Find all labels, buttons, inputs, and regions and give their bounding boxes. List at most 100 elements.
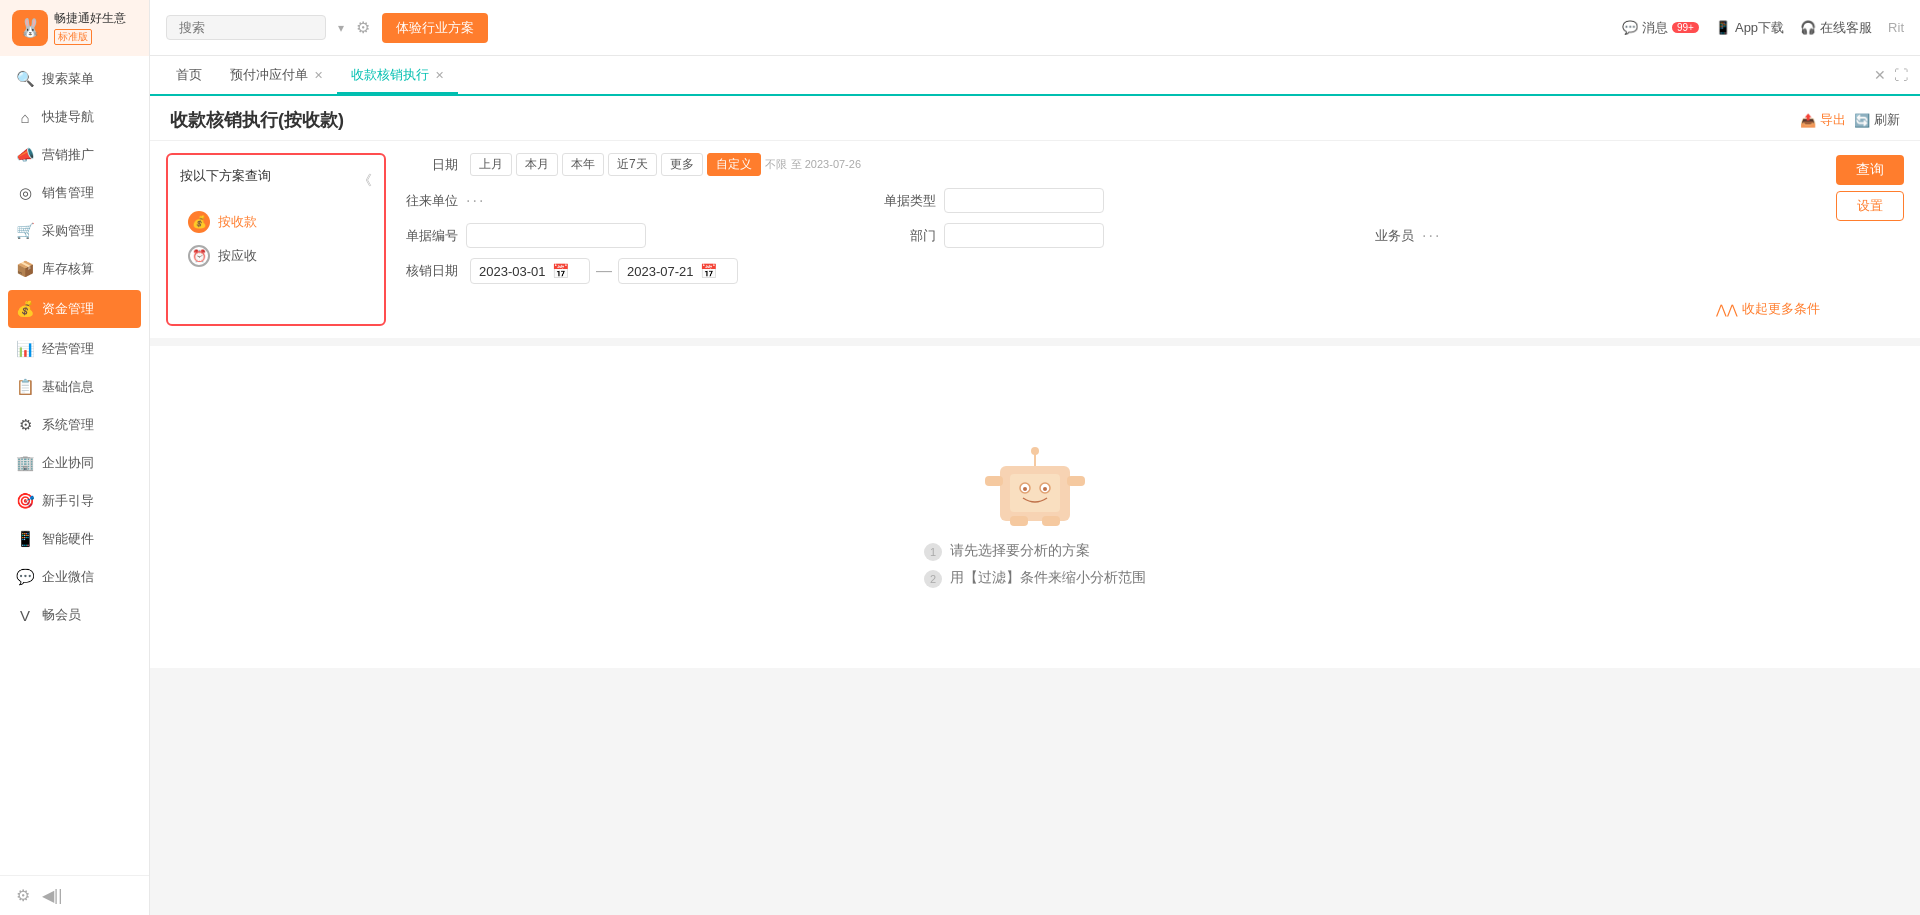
topbar-search-input[interactable]: [166, 15, 326, 40]
svg-rect-10: [1010, 516, 1028, 526]
svg-point-5: [1043, 487, 1047, 491]
filter-option-by-receivable[interactable]: ⏰ 按应收: [180, 239, 372, 273]
tab-home-label: 首页: [176, 66, 202, 84]
sidebar-item-label: 经营管理: [42, 340, 94, 358]
export-label: 导出: [1820, 111, 1846, 129]
doc-num-filter: 单据编号: [402, 223, 864, 248]
filter-option-by-collection[interactable]: 💰 按收款: [180, 205, 372, 239]
topbar-gear-icon[interactable]: ⚙: [356, 18, 370, 37]
search-menu-icon: 🔍: [16, 70, 34, 88]
verify-date-label: 核销日期: [402, 262, 458, 280]
doc-type-select[interactable]: [944, 188, 1104, 213]
tabbar: 首页 预付冲应付单 ✕ 收款核销执行 ✕ ✕ ⛶: [150, 56, 1920, 96]
sidebar-item-sales[interactable]: ◎ 销售管理: [0, 174, 149, 212]
topbar-actions: 💬 消息 99+ 📱 App下载 🎧 在线客服 Rit: [1622, 19, 1904, 37]
sidebar-bottom: ⚙ ◀||: [0, 875, 149, 915]
setting-button[interactable]: 设置: [1836, 191, 1904, 221]
filter-scheme-title: 按以下方案查询: [180, 167, 271, 185]
empty-tips: 1 请先选择要分析的方案 2 用【过滤】条件来缩小分析范围: [924, 542, 1146, 588]
staff-dots[interactable]: ···: [1422, 227, 1441, 245]
partner-dots[interactable]: ···: [466, 192, 485, 210]
date-btn-prev-month[interactable]: 上月: [470, 153, 512, 176]
sidebar-item-hardware[interactable]: 📱 智能硬件: [0, 520, 149, 558]
query-button[interactable]: 查询: [1836, 155, 1904, 185]
solution-button[interactable]: 体验行业方案: [382, 13, 488, 43]
date-btn-custom[interactable]: 自定义: [707, 153, 761, 176]
hardware-icon: 📱: [16, 530, 34, 548]
headset-icon: 🎧: [1800, 20, 1816, 35]
dept-label: 部门: [880, 227, 936, 245]
date-btn-7days[interactable]: 近7天: [608, 153, 657, 176]
verify-date-end-value: 2023-07-21: [627, 264, 694, 279]
expand-window-icon[interactable]: ⛶: [1894, 67, 1908, 83]
sidebar-item-enterprise[interactable]: 🏢 企业协同: [0, 444, 149, 482]
tab-home[interactable]: 首页: [162, 58, 216, 94]
settings-icon[interactable]: ⚙: [16, 886, 30, 905]
svg-rect-11: [1042, 516, 1060, 526]
close-window-icon[interactable]: ✕: [1874, 67, 1886, 83]
tab-collection[interactable]: 收款核销执行 ✕: [337, 58, 458, 94]
filter-collapse-icon[interactable]: 《: [358, 172, 372, 190]
sidebar-item-wechat[interactable]: 💬 企业微信: [0, 558, 149, 596]
svg-point-7: [1031, 447, 1039, 455]
quick-nav-icon: ⌂: [16, 109, 34, 126]
sidebar-item-basic-info[interactable]: 📋 基础信息: [0, 368, 149, 406]
date-label: 日期: [402, 156, 458, 174]
refresh-button[interactable]: 🔄 刷新: [1854, 111, 1900, 129]
receivable-option-label: 按应收: [218, 247, 257, 265]
date-btn-this-month[interactable]: 本月: [516, 153, 558, 176]
sidebar-item-search-menu[interactable]: 🔍 搜索菜单: [0, 60, 149, 98]
tab-prepay-close-icon[interactable]: ✕: [314, 69, 323, 82]
svg-point-4: [1023, 487, 1027, 491]
sidebar-item-label: 畅会员: [42, 606, 81, 624]
sidebar-item-label: 企业协同: [42, 454, 94, 472]
verify-date-end-input[interactable]: 2023-07-21 📅: [618, 258, 738, 284]
collection-option-label: 按收款: [218, 213, 257, 231]
sidebar-item-guide[interactable]: 🎯 新手引导: [0, 482, 149, 520]
doc-type-filter: 单据类型: [880, 188, 1342, 213]
collapse-up-icon: ⋀⋀: [1716, 302, 1738, 317]
export-button[interactable]: 📤 导出: [1800, 111, 1846, 129]
date-btn-this-year[interactable]: 本年: [562, 153, 604, 176]
sidebar: 🐰 畅捷通好生意 标准版 🔍 搜索菜单 ⌂ 快捷导航 📣 营销推广 ◎ 销售管理…: [0, 0, 150, 915]
filter-date-row: 日期 上月 本月 本年 近7天 更多 自定义 不限 至 2023-07-26: [402, 153, 1820, 176]
partner-label: 往来单位: [402, 192, 458, 210]
inventory-icon: 📦: [16, 260, 34, 278]
sidebar-item-member[interactable]: V 畅会员: [0, 596, 149, 634]
dept-filter: 部门: [880, 223, 1342, 248]
sidebar-item-inventory[interactable]: 📦 库存核算: [0, 250, 149, 288]
app-download-label: App下载: [1735, 19, 1784, 37]
empty-state: 1 请先选择要分析的方案 2 用【过滤】条件来缩小分析范围: [150, 346, 1920, 668]
tab-prepay[interactable]: 预付冲应付单 ✕: [216, 58, 337, 94]
app-edition: 标准版: [54, 29, 92, 45]
sidebar-item-system[interactable]: ⚙ 系统管理: [0, 406, 149, 444]
sidebar-item-label: 智能硬件: [42, 530, 94, 548]
filter-scheme-panel: 按以下方案查询 《 💰 按收款 ⏰ 按应收: [166, 153, 386, 326]
calendar-end-icon: 📅: [700, 263, 717, 279]
collapse-label: 收起更多条件: [1742, 300, 1820, 318]
collapse-sidebar-icon[interactable]: ◀||: [42, 886, 62, 905]
filter-collapse-btn[interactable]: ⋀⋀ 收起更多条件: [402, 296, 1820, 326]
tab-collection-close-icon[interactable]: ✕: [435, 69, 444, 82]
date-btn-more[interactable]: 更多: [661, 153, 703, 176]
dept-select[interactable]: [944, 223, 1104, 248]
main-area: ▾ ⚙ 体验行业方案 💬 消息 99+ 📱 App下载 🎧 在线客服 Rit 首…: [150, 0, 1920, 915]
filter-right-panel: 日期 上月 本月 本年 近7天 更多 自定义 不限 至 2023-07-26: [402, 153, 1904, 326]
sidebar-item-purchase[interactable]: 🛒 采购管理: [0, 212, 149, 250]
message-action[interactable]: 💬 消息 99+: [1622, 19, 1699, 37]
sidebar-item-label: 资金管理: [42, 300, 94, 318]
doc-num-input[interactable]: [466, 223, 646, 248]
sidebar-item-finance[interactable]: 💰 资金管理: [8, 290, 141, 328]
refresh-icon: 🔄: [1854, 113, 1870, 128]
online-service-action[interactable]: 🎧 在线客服: [1800, 19, 1872, 37]
app-download-action[interactable]: 📱 App下载: [1715, 19, 1784, 37]
sidebar-item-operations[interactable]: 📊 经营管理: [0, 330, 149, 368]
refresh-label: 刷新: [1874, 111, 1900, 129]
sidebar-item-marketing[interactable]: 📣 营销推广: [0, 136, 149, 174]
sidebar-item-label: 营销推广: [42, 146, 94, 164]
sidebar-item-quick-nav[interactable]: ⌂ 快捷导航: [0, 98, 149, 136]
operations-icon: 📊: [16, 340, 34, 358]
verify-date-start-input[interactable]: 2023-03-01 📅: [470, 258, 590, 284]
sidebar-item-label: 快捷导航: [42, 108, 94, 126]
sidebar-item-label: 新手引导: [42, 492, 94, 510]
